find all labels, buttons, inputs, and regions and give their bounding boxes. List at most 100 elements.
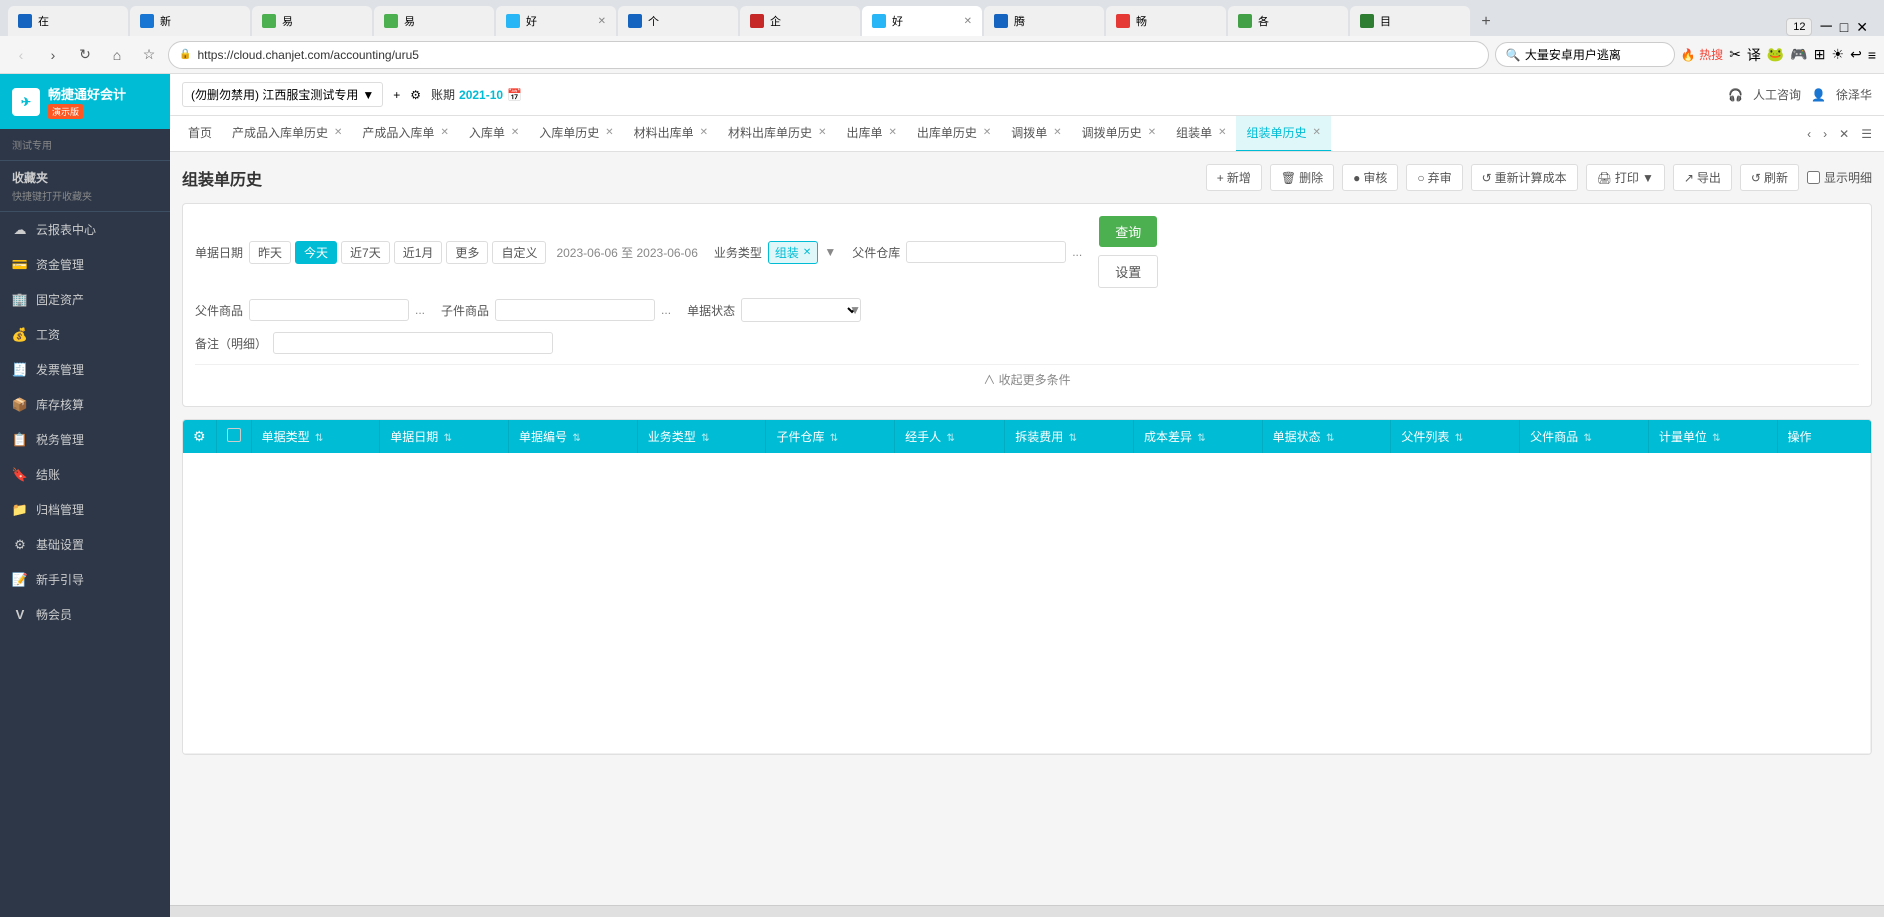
support-label[interactable]: 人工咨询 bbox=[1753, 86, 1801, 103]
browser-tab-11[interactable]: 各 bbox=[1228, 6, 1348, 36]
col-parent-list[interactable]: 父件列表 ⇅ bbox=[1391, 420, 1520, 453]
sub-tab-outbound-history-close[interactable]: ✕ bbox=[983, 127, 991, 138]
col-bill-status[interactable]: 单据状态 ⇅ bbox=[1262, 420, 1391, 453]
sidebar-item-tax[interactable]: 📋 税务管理 bbox=[0, 422, 170, 457]
audit-button[interactable]: ● 审核 bbox=[1342, 164, 1398, 191]
nav-more-tabs[interactable]: ☰ bbox=[1857, 125, 1876, 143]
sub-tab-outbound-close[interactable]: ✕ bbox=[888, 127, 896, 138]
sub-item-input[interactable] bbox=[495, 299, 655, 321]
company-selector[interactable]: (勿删勿禁用) 江西服宝测试专用 ▼ bbox=[182, 82, 383, 107]
col-parent-item[interactable]: 父件商品 ⇅ bbox=[1520, 420, 1649, 453]
game-icon[interactable]: 🎮 bbox=[1790, 46, 1807, 63]
col-biz-type-sort[interactable]: ⇅ bbox=[701, 433, 709, 444]
sidebar-item-settlement[interactable]: 🔖 结账 bbox=[0, 457, 170, 492]
sidebar-item-inventory[interactable]: 📦 库存核算 bbox=[0, 387, 170, 422]
filter-settings-button[interactable]: 设置 bbox=[1098, 255, 1158, 288]
date-btn-today[interactable]: 今天 bbox=[295, 241, 337, 264]
back-button[interactable]: ‹ bbox=[8, 42, 34, 68]
window-minimize[interactable]: ─ bbox=[1820, 18, 1831, 36]
abandon-button[interactable]: ○ 弃审 bbox=[1406, 164, 1462, 191]
sub-tab-product-in-history-close[interactable]: ✕ bbox=[334, 127, 342, 138]
browser-tab-5[interactable]: 好 ✕ bbox=[496, 6, 616, 36]
table-settings-icon[interactable]: ⚙ bbox=[193, 428, 206, 444]
sub-tab-assemble-close[interactable]: ✕ bbox=[1218, 127, 1226, 138]
sub-tab-inbound-history-close[interactable]: ✕ bbox=[605, 127, 613, 138]
emoji-icon[interactable]: 🐸 bbox=[1767, 46, 1784, 63]
translate-icon[interactable]: 译 bbox=[1747, 45, 1761, 65]
sub-tab-assemble-history[interactable]: 组装单历史 ✕ bbox=[1236, 116, 1330, 152]
col-handler-sort[interactable]: ⇅ bbox=[947, 433, 955, 444]
sub-tab-product-in-history[interactable]: 产成品入库单历史 ✕ bbox=[222, 116, 352, 152]
sidebar-item-archive[interactable]: 📁 归档管理 bbox=[0, 492, 170, 527]
sub-tab-outbound[interactable]: 出库单 ✕ bbox=[836, 116, 906, 152]
note-input[interactable] bbox=[273, 332, 553, 354]
sub-tab-transfer-history[interactable]: 调拨单历史 ✕ bbox=[1072, 116, 1166, 152]
sidebar-item-salary[interactable]: 💰 工资 bbox=[0, 317, 170, 352]
sub-item-more-btn[interactable]: ... bbox=[661, 303, 671, 317]
browser-tab-8[interactable]: 好 ✕ bbox=[862, 6, 982, 36]
date-btn-yesterday[interactable]: 昨天 bbox=[249, 241, 291, 264]
display-detail-checkbox[interactable] bbox=[1807, 171, 1820, 184]
refresh-button[interactable]: ↻ bbox=[72, 42, 98, 68]
browser-tab-1[interactable]: 在 bbox=[8, 6, 128, 36]
search-bar[interactable]: 🔍 大量安卓用户逃离 bbox=[1495, 42, 1675, 67]
col-bill-type[interactable]: 单据类型 ⇅ bbox=[251, 420, 380, 453]
sub-tab-product-in[interactable]: 产成品入库单 ✕ bbox=[352, 116, 458, 152]
col-parent-list-sort[interactable]: ⇅ bbox=[1455, 433, 1463, 444]
add-button[interactable]: + 新增 bbox=[1206, 164, 1262, 191]
sub-tab-transfer[interactable]: 调拨单 ✕ bbox=[1001, 116, 1071, 152]
col-bill-status-sort[interactable]: ⇅ bbox=[1326, 433, 1334, 444]
col-sub-warehouse-sort[interactable]: ⇅ bbox=[830, 433, 838, 444]
query-button[interactable]: 查询 bbox=[1099, 216, 1157, 247]
col-bill-no-sort[interactable]: ⇅ bbox=[572, 433, 580, 444]
select-all-checkbox[interactable] bbox=[227, 428, 241, 442]
col-bill-no[interactable]: 单据编号 ⇅ bbox=[509, 420, 638, 453]
sub-tab-product-in-close[interactable]: ✕ bbox=[440, 127, 448, 138]
tab-close-8[interactable]: ✕ bbox=[964, 16, 972, 27]
filter-collapse-btn[interactable]: ∧ 收起更多条件 bbox=[195, 364, 1859, 394]
browser-tab-9[interactable]: 腾 bbox=[984, 6, 1104, 36]
bookmark-button[interactable]: ☆ bbox=[136, 42, 162, 68]
col-parent-item-sort[interactable]: ⇅ bbox=[1583, 433, 1591, 444]
sub-tab-outbound-history[interactable]: 出库单历史 ✕ bbox=[907, 116, 1001, 152]
col-cost-diff-sort[interactable]: ⇅ bbox=[1197, 433, 1205, 444]
nav-close-current[interactable]: ✕ bbox=[1835, 125, 1853, 143]
sub-tab-inbound-close[interactable]: ✕ bbox=[511, 127, 519, 138]
col-checkbox[interactable] bbox=[216, 420, 251, 453]
browser-tab-2[interactable]: 新 bbox=[130, 6, 250, 36]
sub-tab-material-out-close[interactable]: ✕ bbox=[700, 127, 708, 138]
status-select[interactable] bbox=[741, 298, 861, 322]
menu-icon[interactable]: ≡ bbox=[1868, 47, 1876, 63]
history-icon[interactable]: ↩ bbox=[1850, 46, 1862, 63]
sub-tab-material-out-history-close[interactable]: ✕ bbox=[818, 127, 826, 138]
browser-tab-10[interactable]: 畅 bbox=[1106, 6, 1226, 36]
browser-tab-12[interactable]: 目 bbox=[1350, 6, 1470, 36]
parent-item-more-btn[interactable]: ... bbox=[415, 303, 425, 317]
browser-tab-3[interactable]: 易 bbox=[252, 6, 372, 36]
sub-tab-assemble[interactable]: 组装单 ✕ bbox=[1166, 116, 1236, 152]
sub-tab-inbound[interactable]: 入库单 ✕ bbox=[459, 116, 529, 152]
col-bill-type-sort[interactable]: ⇅ bbox=[315, 433, 323, 444]
date-btn-1month[interactable]: 近1月 bbox=[394, 241, 443, 264]
date-btn-more[interactable]: 更多 bbox=[446, 241, 488, 264]
period-selector[interactable]: 账期 2021-10 📅 bbox=[431, 86, 522, 103]
sun-icon[interactable]: ☀ bbox=[1832, 46, 1845, 63]
col-sub-warehouse[interactable]: 子件仓库 ⇅ bbox=[766, 420, 895, 453]
col-unit-sort[interactable]: ⇅ bbox=[1712, 433, 1720, 444]
window-maximize[interactable]: □ bbox=[1840, 19, 1848, 35]
sub-tab-material-out[interactable]: 材料出库单 ✕ bbox=[624, 116, 718, 152]
sidebar-item-invoice[interactable]: 🧾 发票管理 bbox=[0, 352, 170, 387]
col-bill-date[interactable]: 单据日期 ⇅ bbox=[380, 420, 509, 453]
new-tab-button[interactable]: + bbox=[1472, 8, 1500, 36]
recalculate-button[interactable]: ↺ 重新计算成本 bbox=[1471, 164, 1578, 191]
tab-close-5[interactable]: ✕ bbox=[598, 16, 606, 27]
col-settings[interactable]: ⚙ bbox=[183, 420, 216, 453]
grid-icon[interactable]: ⊞ bbox=[1814, 46, 1826, 63]
refresh-button[interactable]: ↺ 刷新 bbox=[1740, 164, 1799, 191]
nav-arrow-left[interactable]: ‹ bbox=[1803, 125, 1815, 143]
sub-tab-transfer-close[interactable]: ✕ bbox=[1053, 127, 1061, 138]
date-btn-custom[interactable]: 自定义 bbox=[492, 241, 546, 264]
window-close[interactable]: ✕ bbox=[1856, 19, 1868, 36]
sidebar-item-settings[interactable]: ⚙ 基础设置 bbox=[0, 527, 170, 562]
browser-tab-6[interactable]: 个 bbox=[618, 6, 738, 36]
